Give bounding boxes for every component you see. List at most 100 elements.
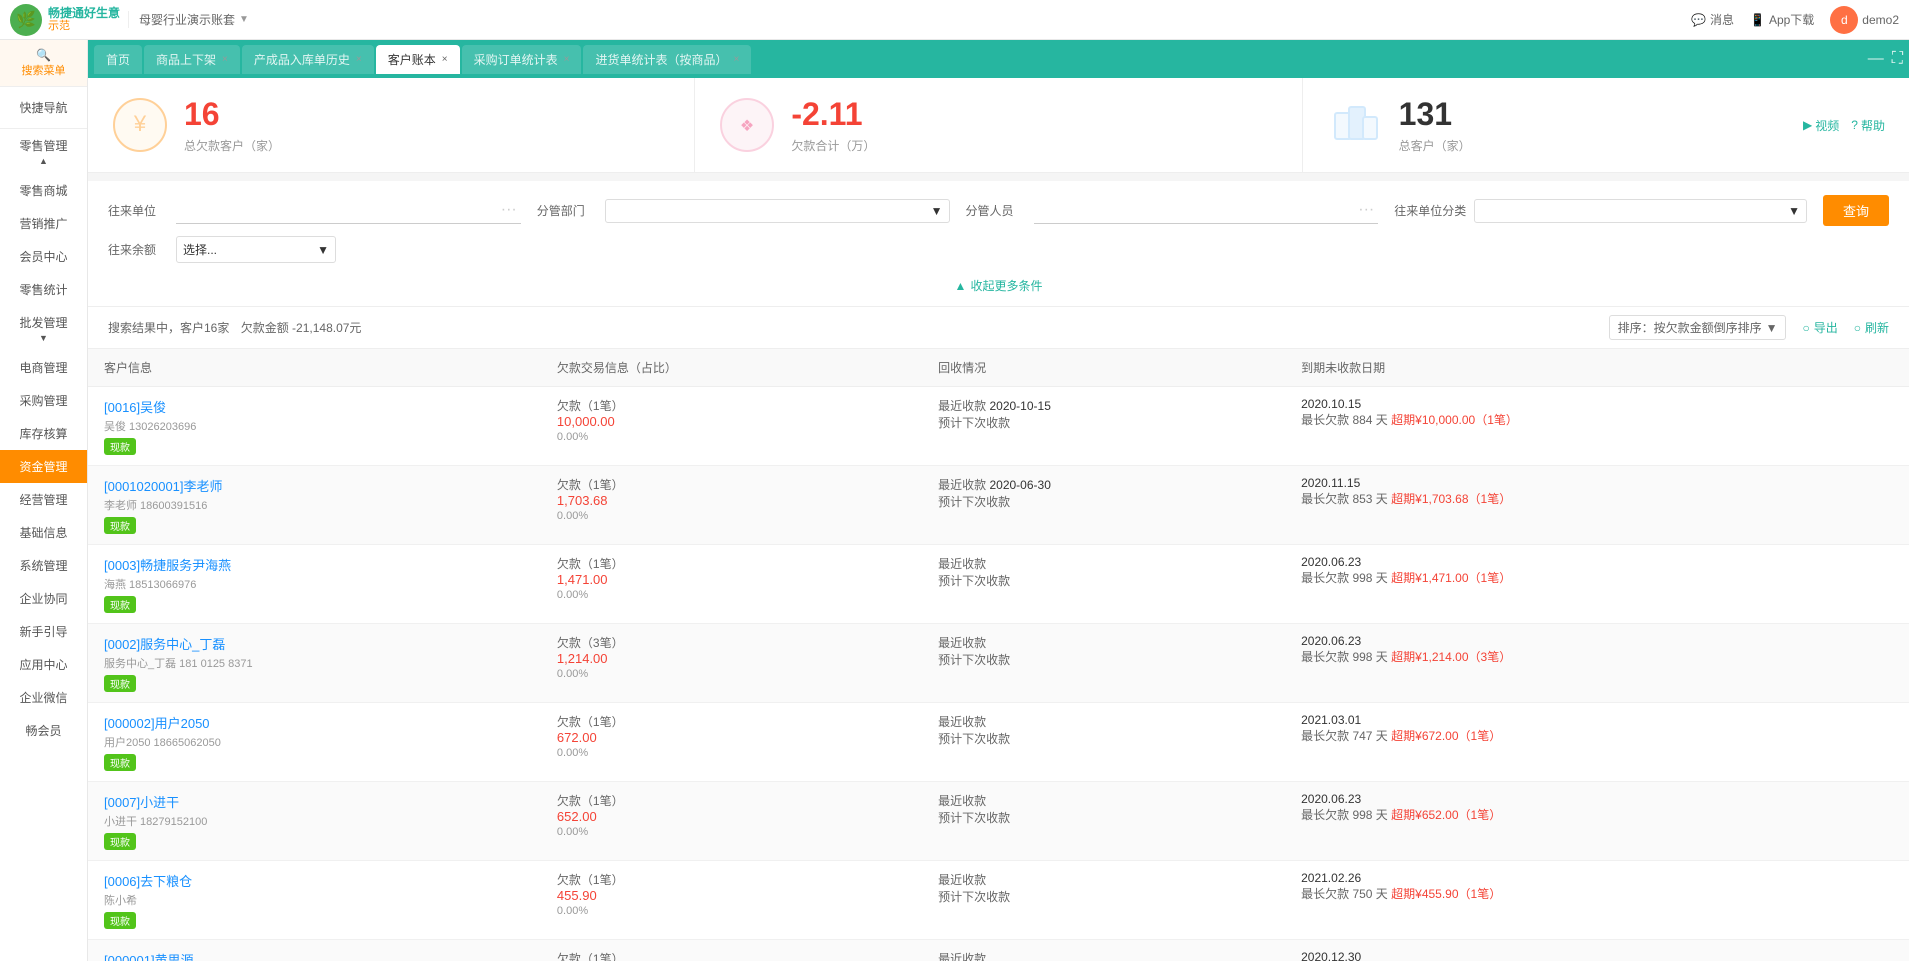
last-collect-date: 2020-06-30 (989, 478, 1050, 492)
debt-amount[interactable]: 1,703.68 (557, 493, 906, 508)
sidebar-item-marketing[interactable]: 营销推广 (0, 207, 87, 240)
tab-bar-actions: — ⛶ (1868, 50, 1903, 68)
stat-info-3: 131 总客户（家） (1399, 96, 1471, 154)
refresh-icon: ○ (1854, 321, 1861, 335)
customer-name[interactable]: [0003]畅捷服务尹海燕 (104, 555, 525, 574)
debt-amount[interactable]: 672.00 (557, 730, 906, 745)
due-date: 2021.02.26 (1301, 871, 1893, 885)
tab-expand-icon[interactable]: ⛶ (1892, 50, 1903, 68)
debt-amount[interactable]: 455.90 (557, 888, 906, 903)
tab-close-icon[interactable]: × (733, 54, 739, 65)
customer-name[interactable]: [0006]去下粮仓 (104, 871, 525, 890)
unit-category-select[interactable]: ▼ (1474, 199, 1807, 223)
sidebar-item-retail-mgmt[interactable]: 零售管理 ▲ (0, 129, 87, 174)
sidebar-item-batch-mgmt[interactable]: 批发管理 ▼ (0, 306, 87, 351)
cell-customer-info: [0002]服务中心_丁磊 服务中心_丁磊 181 0125 8371 现款 (88, 624, 541, 703)
tab-close-icon[interactable]: × (356, 54, 362, 65)
filter-person: 分管人员 ··· (966, 197, 1379, 224)
query-button[interactable]: 查询 (1823, 195, 1889, 226)
table-row: [0003]畅捷服务尹海燕 海燕 18513066976 现款 欠款（1笔） 1… (88, 545, 1909, 624)
sidebar-item-enterprise[interactable]: 企业协同 (0, 582, 87, 615)
overdue-amount[interactable]: 超期¥652.00（1笔） (1391, 808, 1501, 822)
sidebar-item-capital[interactable]: 资金管理 (0, 450, 87, 483)
collapse-button[interactable]: ▲ 收起更多条件 (108, 273, 1889, 298)
tab-minimize-icon[interactable]: — (1868, 50, 1884, 68)
tab-incoming-stats[interactable]: 进货单统计表（按商品） × (583, 45, 751, 74)
sidebar-item-member[interactable]: 会员中心 (0, 240, 87, 273)
export-button[interactable]: ○ 导出 (1802, 319, 1837, 336)
overdue-info: 最长欠款 750 天 超期¥455.90（1笔） (1301, 885, 1893, 902)
sidebar-item-vip[interactable]: 畅会员 (0, 714, 87, 747)
tab-close-icon[interactable]: × (222, 54, 228, 65)
sidebar-item-quick-nav[interactable]: 快捷导航 (0, 91, 87, 124)
customer-name[interactable]: [0002]服务中心_丁磊 (104, 634, 525, 653)
balance-select[interactable]: 选择... ▼ (176, 236, 336, 263)
export-icon: ○ (1802, 321, 1809, 335)
sidebar-item-retail-store[interactable]: 零售商城 (0, 174, 87, 207)
sidebar-item-label: 畅会员 (25, 722, 61, 739)
overdue-amount[interactable]: 超期¥1,703.68（1笔） (1391, 492, 1511, 506)
cell-customer-info: [000001]黄思源 黄思源 13552700226 现款 (88, 940, 541, 961)
overdue-amount[interactable]: 超期¥455.90（1笔） (1391, 887, 1501, 901)
overdue-amount[interactable]: 超期¥1,214.00（3笔） (1391, 650, 1511, 664)
sidebar-item-operations[interactable]: 经营管理 (0, 483, 87, 516)
user-menu[interactable]: d demo2 (1830, 6, 1899, 34)
sidebar-item-label: 零售统计 (19, 281, 67, 298)
debt-amount[interactable]: 10,000.00 (557, 414, 906, 429)
tab-product-off[interactable]: 商品上下架 × (144, 45, 240, 74)
customer-name[interactable]: [0016]吴俊 (104, 397, 525, 416)
sidebar-item-label: 快捷导航 (19, 99, 67, 116)
overdue-amount[interactable]: 超期¥10,000.00（1笔） (1391, 413, 1518, 427)
cell-due-date: 2020.11.15 最长欠款 853 天 超期¥1,703.68（1笔） (1285, 466, 1909, 545)
debt-amount[interactable]: 652.00 (557, 809, 906, 824)
tab-product-history[interactable]: 产成品入库单历史 × (242, 45, 374, 74)
store-selector[interactable]: 母婴行业演示账套 ▼ (128, 11, 249, 28)
debt-amount[interactable]: 1,471.00 (557, 572, 906, 587)
tab-close-icon[interactable]: × (564, 54, 570, 65)
sidebar-item-guide[interactable]: 新手引导 (0, 615, 87, 648)
sidebar-item-wechat[interactable]: 企业微信 (0, 681, 87, 714)
person-input[interactable] (1038, 199, 1359, 221)
customer-name[interactable]: [000002]用户2050 (104, 713, 525, 732)
sidebar-item-label: 零售商城 (19, 182, 67, 199)
overdue-amount[interactable]: 超期¥672.00（1笔） (1391, 729, 1501, 743)
message-btn[interactable]: 💬 消息 (1691, 11, 1734, 28)
tab-home[interactable]: 首页 (94, 45, 142, 74)
help-btn[interactable]: ? 帮助 (1851, 117, 1885, 134)
sidebar-item-ecommerce[interactable]: 电商管理 (0, 351, 87, 384)
tab-label: 首页 (106, 51, 130, 68)
customer-name[interactable]: [0007]小进干 (104, 792, 525, 811)
sidebar-item-system[interactable]: 系统管理 (0, 549, 87, 582)
sidebar-item-retail-stats[interactable]: 零售统计 (0, 273, 87, 306)
stat-value-debt-total: -2.11 (791, 96, 875, 133)
debt-amount[interactable]: 1,214.00 (557, 651, 906, 666)
sidebar-item-purchase[interactable]: 采购管理 (0, 384, 87, 417)
customer-name[interactable]: [000001]黄思源 (104, 950, 525, 961)
sort-selector[interactable]: 排序：按欠款金额倒序排序 ▼ (1609, 315, 1787, 340)
cell-recovery: 最近收款 预计下次收款 (922, 624, 1285, 703)
tab-close-icon[interactable]: × (442, 54, 448, 65)
stat-value-debt-customers: 16 (184, 96, 280, 133)
person-dots: ··· (1358, 201, 1374, 219)
sidebar-item-basic-info[interactable]: 基础信息 (0, 516, 87, 549)
dept-select[interactable]: ▼ (605, 199, 950, 223)
app-download-btn[interactable]: 📱 App下载 (1750, 11, 1814, 28)
sidebar-item-label: 批发管理 (19, 314, 67, 331)
filter-row-2: 往来余额 选择... ▼ (108, 236, 1889, 263)
sidebar-search[interactable]: 🔍 搜索菜单 (0, 40, 87, 87)
sidebar-item-inventory[interactable]: 库存核算 (0, 417, 87, 450)
sidebar-link[interactable]: 示范 (48, 20, 120, 33)
tab-customer-account[interactable]: 客户账本 × (376, 45, 460, 74)
cell-due-date: 2020.06.23 最长欠款 998 天 超期¥1,471.00（1笔） (1285, 545, 1909, 624)
tab-label: 商品上下架 (156, 51, 216, 68)
message-icon: 💬 (1691, 13, 1706, 27)
sidebar-item-apps[interactable]: 应用中心 (0, 648, 87, 681)
refresh-button[interactable]: ○ 刷新 (1854, 319, 1889, 336)
source-unit-input[interactable] (180, 199, 501, 221)
customer-name[interactable]: [0001020001]李老师 (104, 476, 525, 495)
debt-pct: 0.00% (557, 510, 906, 522)
tab-purchase-stats[interactable]: 采购订单统计表 × (462, 45, 582, 74)
sidebar-search-label[interactable]: 搜索菜单 (8, 62, 79, 78)
video-btn[interactable]: ▶ 视频 (1803, 117, 1839, 134)
overdue-amount[interactable]: 超期¥1,471.00（1笔） (1391, 571, 1511, 585)
